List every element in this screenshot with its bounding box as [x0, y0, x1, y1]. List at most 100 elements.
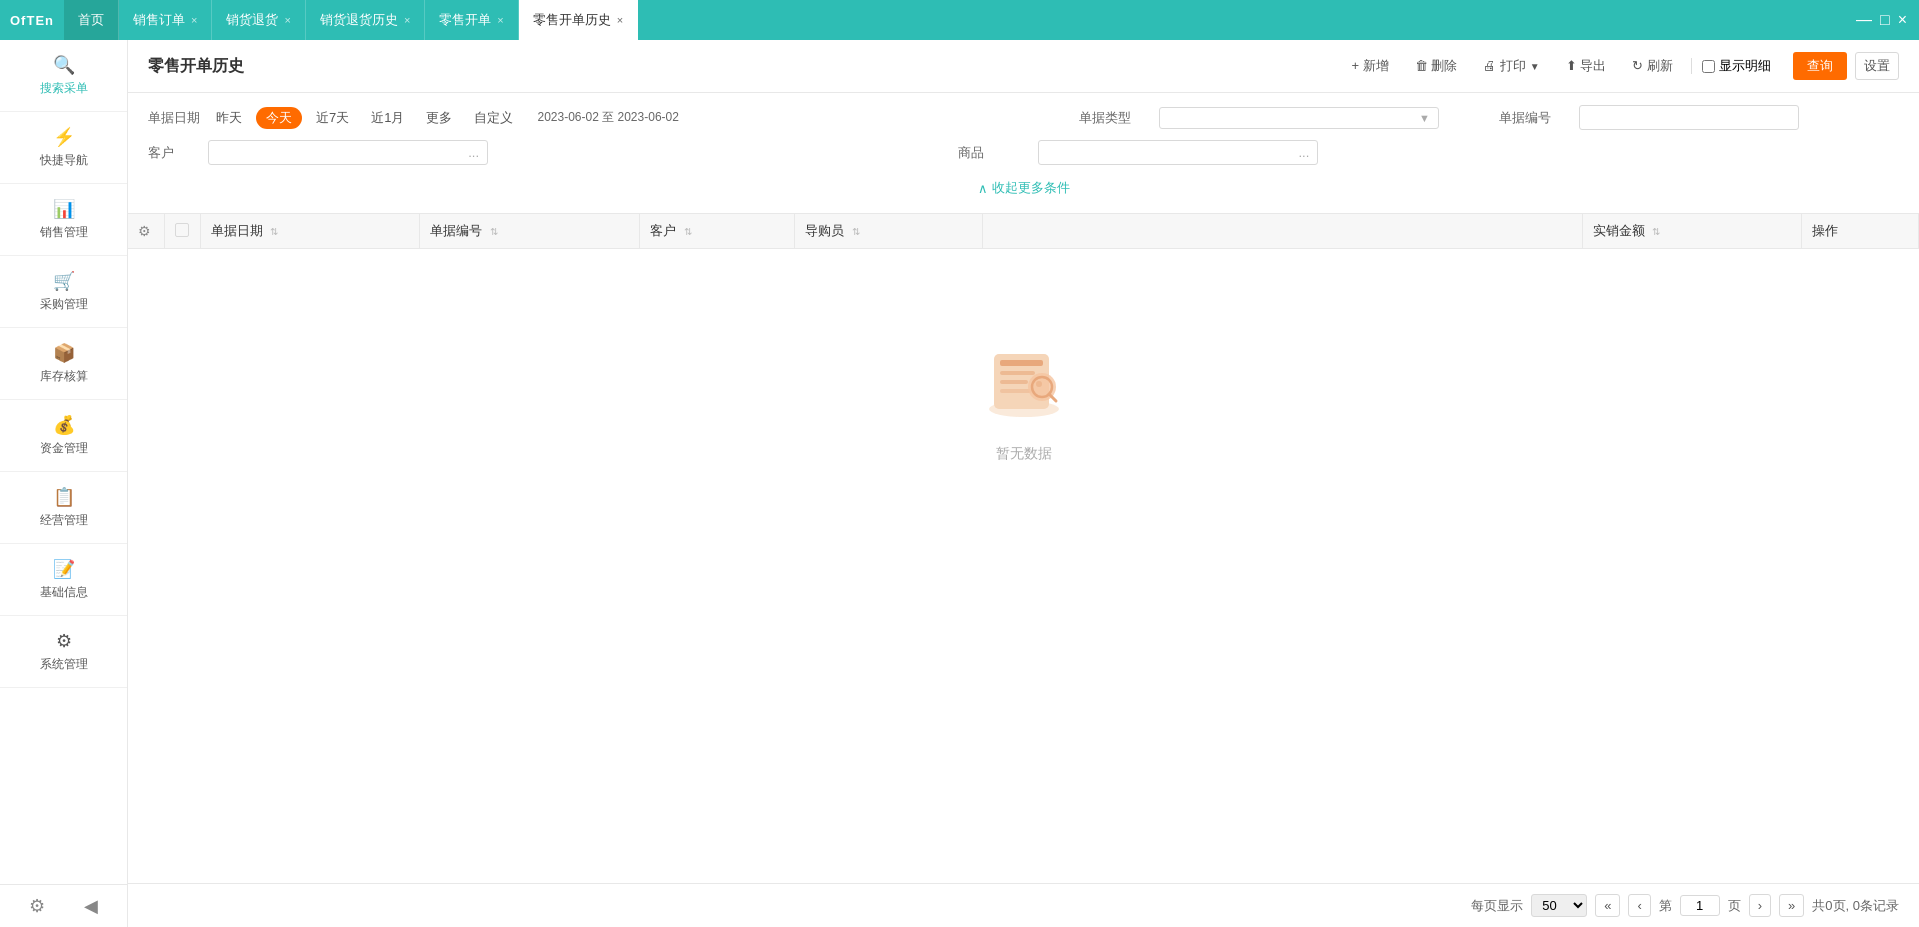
sidebar-item-search-order[interactable]: 🔍 搜索采单	[0, 40, 127, 112]
settings-button[interactable]: 设置	[1855, 52, 1899, 80]
sidebar-item-search-order-label: 搜索采单	[40, 80, 88, 97]
tab-retail-open-label: 零售开单	[439, 11, 491, 29]
empty-icon	[974, 329, 1074, 429]
svg-rect-5	[1000, 389, 1032, 393]
base-info-icon: 📝	[53, 558, 75, 580]
sidebar-item-ops-mgmt[interactable]: 📋 经营管理	[0, 472, 127, 544]
collapse-row: ∧ 收起更多条件	[148, 175, 1899, 201]
order-no-sort-icon[interactable]: ⇅	[490, 226, 498, 237]
th-amount: 实销金额 ⇅	[1582, 214, 1802, 249]
settings-label: 设置	[1864, 57, 1890, 75]
sys-mgmt-icon: ⚙	[56, 630, 72, 652]
date-btn-more[interactable]: 更多	[418, 107, 460, 129]
sidebar-item-sales-mgmt[interactable]: 📊 销售管理	[0, 184, 127, 256]
tab-retail-open-history-close[interactable]: ×	[617, 14, 623, 26]
display-detail-toggle[interactable]: 显示明细	[1702, 57, 1771, 75]
display-detail-checkbox[interactable]	[1702, 60, 1715, 73]
date-btn-7days[interactable]: 近7天	[308, 107, 357, 129]
sidebar-settings-button[interactable]: ⚙	[29, 895, 45, 917]
sidebar-item-finance-mgmt[interactable]: 💰 资金管理	[0, 400, 127, 472]
tab-retail-open[interactable]: 零售开单 ×	[425, 0, 518, 40]
minimize-button[interactable]: —	[1856, 11, 1872, 29]
purchase-mgmt-icon: 🛒	[53, 270, 75, 292]
sidebar-item-sys-mgmt[interactable]: ⚙ 系统管理	[0, 616, 127, 688]
search-order-icon: 🔍	[53, 54, 75, 76]
th-customer-label: 客户	[650, 223, 676, 238]
order-no-input[interactable]	[1579, 105, 1799, 130]
tab-home[interactable]: 首页	[64, 0, 119, 40]
sidebar-collapse-button[interactable]: ◀	[84, 895, 98, 917]
order-type-select[interactable]: ▼	[1159, 107, 1439, 129]
th-action: 操作	[1802, 214, 1919, 249]
date-filter-buttons: 昨天 今天 近7天 近1月 更多 自定义 2023-06-02 至 2023-0…	[208, 107, 679, 129]
delete-button[interactable]: 🗑 删除	[1407, 53, 1466, 79]
sidebar-item-sys-mgmt-label: 系统管理	[40, 656, 88, 673]
amount-sort-icon[interactable]: ⇅	[1652, 226, 1660, 237]
empty-text: 暂无数据	[996, 445, 1052, 463]
collapse-button[interactable]: ∧ 收起更多条件	[148, 175, 1899, 201]
close-button[interactable]: ×	[1898, 11, 1907, 29]
date-sort-icon[interactable]: ⇅	[270, 226, 278, 237]
sidebar-item-ops-mgmt-label: 经营管理	[40, 512, 88, 529]
customer-sort-icon[interactable]: ⇅	[684, 226, 692, 237]
export-label: ⬆ 导出	[1566, 57, 1607, 75]
sidebar-item-sales-mgmt-label: 销售管理	[40, 224, 88, 241]
print-dropdown-icon[interactable]: ▼	[1530, 61, 1540, 72]
maximize-button[interactable]: □	[1880, 11, 1890, 29]
tab-sales-order[interactable]: 销售订单 ×	[119, 0, 212, 40]
product-select[interactable]: ...	[1038, 140, 1318, 165]
print-button[interactable]: 🖨 打印 ▼	[1475, 53, 1548, 79]
pagination: 每页显示 50 10 20 100 « ‹ 第 页 › » 共0页, 0条记录	[128, 883, 1919, 927]
tab-retail-open-close[interactable]: ×	[497, 14, 503, 26]
page-label: 第	[1659, 897, 1672, 915]
prev-page-button[interactable]: ‹	[1628, 894, 1650, 917]
tab-sales-return[interactable]: 销货退货 ×	[212, 0, 305, 40]
add-button[interactable]: + 新增	[1343, 53, 1396, 79]
sidebar-item-inventory[interactable]: 📦 库存核算	[0, 328, 127, 400]
first-page-button[interactable]: «	[1595, 894, 1620, 917]
th-amount-label: 实销金额	[1593, 223, 1645, 238]
table-settings-icon[interactable]: ⚙	[138, 223, 151, 239]
select-all-checkbox[interactable]	[175, 223, 189, 237]
main-layout: 🔍 搜索采单 ⚡ 快捷导航 📊 销售管理 🛒 采购管理 📦 库存核算 💰 资金管…	[0, 40, 1919, 927]
sidebar-item-quick-nav-label: 快捷导航	[40, 152, 88, 169]
toolbar-divider	[1691, 58, 1692, 74]
tab-sales-return-history[interactable]: 销货退货历史 ×	[306, 0, 425, 40]
tab-sales-return-history-close[interactable]: ×	[404, 14, 410, 26]
sidebar-item-finance-mgmt-label: 资金管理	[40, 440, 88, 457]
date-btn-1month[interactable]: 近1月	[363, 107, 412, 129]
order-no-label: 单据编号	[1499, 109, 1559, 127]
filter-row-2: 客户 ... 商品 ...	[148, 140, 1899, 165]
tab-retail-open-history[interactable]: 零售开单历史 ×	[519, 0, 638, 40]
date-btn-today[interactable]: 今天	[256, 107, 302, 129]
guide-sort-icon[interactable]: ⇅	[852, 226, 860, 237]
tab-sales-return-label: 销货退货	[226, 11, 278, 29]
sidebar-bottom: ⚙ ◀	[0, 884, 127, 927]
tab-sales-order-label: 销售订单	[133, 11, 185, 29]
sidebar-item-purchase-mgmt[interactable]: 🛒 采购管理	[0, 256, 127, 328]
sidebar-item-base-info[interactable]: 📝 基础信息	[0, 544, 127, 616]
svg-rect-3	[1000, 371, 1035, 375]
tab-sales-return-close[interactable]: ×	[284, 14, 290, 26]
next-page-button[interactable]: ›	[1749, 894, 1771, 917]
tab-home-label: 首页	[78, 11, 104, 29]
product-ellipsis-icon: ...	[1298, 145, 1309, 160]
export-button[interactable]: ⬆ 导出	[1558, 53, 1615, 79]
last-page-button[interactable]: »	[1779, 894, 1804, 917]
th-date-label: 单据日期	[211, 223, 263, 238]
customer-select[interactable]: ...	[208, 140, 488, 165]
refresh-button[interactable]: ↻ 刷新	[1624, 53, 1681, 79]
sales-mgmt-icon: 📊	[53, 198, 75, 220]
tab-sales-order-close[interactable]: ×	[191, 14, 197, 26]
query-button[interactable]: 查询	[1793, 52, 1847, 80]
delete-label: 🗑 删除	[1415, 57, 1458, 75]
per-page-select[interactable]: 50 10 20 100	[1531, 894, 1587, 917]
date-btn-custom[interactable]: 自定义	[466, 107, 521, 129]
page-suffix: 页	[1728, 897, 1741, 915]
order-type-label: 单据类型	[1079, 109, 1139, 127]
page-input[interactable]	[1680, 895, 1720, 916]
date-btn-yesterday[interactable]: 昨天	[208, 107, 250, 129]
svg-rect-4	[1000, 380, 1028, 384]
sidebar-item-quick-nav[interactable]: ⚡ 快捷导航	[0, 112, 127, 184]
table-header-row: ⚙ 单据日期 ⇅ 单据编号 ⇅	[128, 214, 1919, 249]
